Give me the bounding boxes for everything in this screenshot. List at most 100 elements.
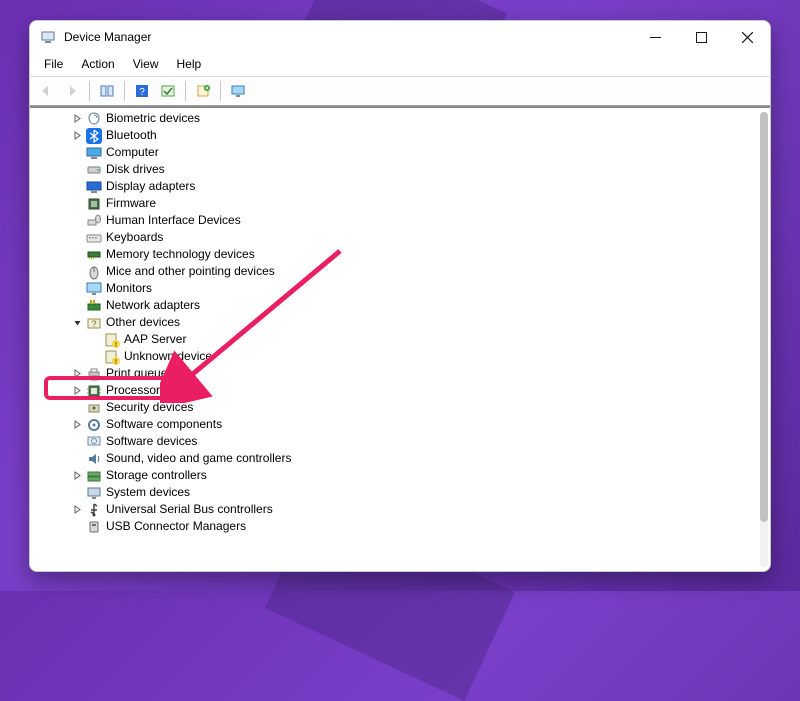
chevron-right-icon[interactable] bbox=[70, 112, 84, 126]
chevron-right-icon[interactable] bbox=[70, 503, 84, 517]
tree-node[interactable]: ! AAP Server bbox=[30, 331, 758, 348]
chevron-right-icon[interactable] bbox=[70, 129, 84, 143]
tree-node-label: Display adapters bbox=[106, 178, 195, 195]
security-icon bbox=[86, 400, 102, 416]
biometric-icon bbox=[86, 111, 102, 127]
toolbar-add-legacy[interactable] bbox=[191, 80, 215, 102]
software-icon bbox=[86, 417, 102, 433]
tree-node-label: Monitors bbox=[106, 280, 152, 297]
chevron-down-icon[interactable] bbox=[70, 316, 84, 330]
toolbar-separator bbox=[185, 81, 186, 101]
disk-icon bbox=[86, 162, 102, 178]
tree-node[interactable]: Software components bbox=[30, 416, 758, 433]
tree-node[interactable]: Sound, video and game controllers bbox=[30, 450, 758, 467]
tree-node-label: Software devices bbox=[106, 433, 197, 450]
maximize-button[interactable] bbox=[678, 21, 724, 53]
printer-icon bbox=[86, 366, 102, 382]
tree-node[interactable]: Processors bbox=[30, 382, 758, 399]
toolbar-show-hidden[interactable] bbox=[95, 80, 119, 102]
unknown-warning-icon: ! bbox=[104, 332, 120, 348]
menu-view[interactable]: View bbox=[125, 55, 167, 73]
menu-file[interactable]: File bbox=[36, 55, 71, 73]
storage-icon bbox=[86, 468, 102, 484]
tree-node[interactable]: Display adapters bbox=[30, 178, 758, 195]
mouse-icon bbox=[86, 264, 102, 280]
chevron-right-icon[interactable] bbox=[70, 384, 84, 398]
usb-connector-icon bbox=[86, 519, 102, 535]
chevron-right-icon[interactable] bbox=[70, 469, 84, 483]
expander-none bbox=[70, 435, 84, 449]
software-device-icon bbox=[86, 434, 102, 450]
toolbar-display[interactable] bbox=[226, 80, 250, 102]
device-tree[interactable]: Biometric devicesBluetoothComputerDisk d… bbox=[30, 108, 758, 571]
tree-node[interactable]: Firmware bbox=[30, 195, 758, 212]
tree-node[interactable]: Security devices bbox=[30, 399, 758, 416]
tree-node-label: Network adapters bbox=[106, 297, 200, 314]
scrollbar-thumb[interactable] bbox=[760, 112, 768, 522]
expander-none bbox=[88, 350, 102, 364]
svg-text:?: ? bbox=[91, 319, 96, 329]
menu-action[interactable]: Action bbox=[73, 55, 122, 73]
expander-none bbox=[70, 146, 84, 160]
chevron-right-icon[interactable] bbox=[70, 367, 84, 381]
tree-node[interactable]: Human Interface Devices bbox=[30, 212, 758, 229]
tree-node[interactable]: Bluetooth bbox=[30, 127, 758, 144]
hid-icon bbox=[86, 213, 102, 229]
tree-node-label: Computer bbox=[106, 144, 159, 161]
minimize-button[interactable] bbox=[632, 21, 678, 53]
toolbar-back[interactable] bbox=[34, 80, 58, 102]
svg-text:!: ! bbox=[115, 359, 117, 365]
tree-node-label: AAP Server bbox=[124, 331, 186, 348]
tree-node-label: Human Interface Devices bbox=[106, 212, 241, 229]
tree-node[interactable]: Network adapters bbox=[30, 297, 758, 314]
tree-node-label: Print queues bbox=[106, 365, 173, 382]
tree-node-label: Other devices bbox=[106, 314, 180, 331]
tree-node[interactable]: ! Unknown device bbox=[30, 348, 758, 365]
monitor-icon bbox=[86, 281, 102, 297]
tree-node-label: Disk drives bbox=[106, 161, 165, 178]
tree-node[interactable]: Storage controllers bbox=[30, 467, 758, 484]
tree-node[interactable]: Memory technology devices bbox=[30, 246, 758, 263]
toolbar-separator bbox=[89, 81, 90, 101]
tree-node-label: Keyboards bbox=[106, 229, 163, 246]
expander-none bbox=[70, 231, 84, 245]
tree-node-label: Sound, video and game controllers bbox=[106, 450, 291, 467]
tree-node-label: Processors bbox=[106, 382, 166, 399]
scrollbar[interactable] bbox=[760, 112, 768, 567]
tree-node-label: Bluetooth bbox=[106, 127, 157, 144]
toolbar-scan[interactable] bbox=[156, 80, 180, 102]
chevron-right-icon[interactable] bbox=[70, 418, 84, 432]
tree-node[interactable]: Print queues bbox=[30, 365, 758, 382]
app-icon bbox=[40, 29, 56, 45]
expander-none bbox=[70, 486, 84, 500]
toolbar-separator bbox=[124, 81, 125, 101]
tree-node[interactable]: Software devices bbox=[30, 433, 758, 450]
close-button[interactable] bbox=[724, 21, 770, 53]
tree-area: Biometric devicesBluetoothComputerDisk d… bbox=[30, 106, 770, 571]
processor-icon bbox=[86, 383, 102, 399]
network-icon bbox=[86, 298, 102, 314]
tree-node[interactable]: Computer bbox=[30, 144, 758, 161]
tree-node[interactable]: Keyboards bbox=[30, 229, 758, 246]
tree-node-label: Software components bbox=[106, 416, 222, 433]
tree-node[interactable]: System devices bbox=[30, 484, 758, 501]
titlebar: Device Manager bbox=[30, 21, 770, 53]
tree-node[interactable]: USB Connector Managers bbox=[30, 518, 758, 535]
menu-help[interactable]: Help bbox=[169, 55, 210, 73]
tree-node[interactable]: Disk drives bbox=[30, 161, 758, 178]
sound-icon bbox=[86, 451, 102, 467]
tree-node-label: System devices bbox=[106, 484, 190, 501]
svg-text:!: ! bbox=[115, 342, 117, 348]
tree-node[interactable]: Monitors bbox=[30, 280, 758, 297]
expander-none bbox=[70, 180, 84, 194]
tree-node[interactable]: Biometric devices bbox=[30, 110, 758, 127]
tree-node-label: Unknown device bbox=[124, 348, 212, 365]
toolbar-forward[interactable] bbox=[60, 80, 84, 102]
toolbar-help[interactable]: ? bbox=[130, 80, 154, 102]
expander-none bbox=[70, 265, 84, 279]
expander-none bbox=[70, 452, 84, 466]
tree-node[interactable]: ? Other devices bbox=[30, 314, 758, 331]
tree-node[interactable]: Universal Serial Bus controllers bbox=[30, 501, 758, 518]
tree-node[interactable]: Mice and other pointing devices bbox=[30, 263, 758, 280]
bluetooth-icon bbox=[86, 128, 102, 144]
